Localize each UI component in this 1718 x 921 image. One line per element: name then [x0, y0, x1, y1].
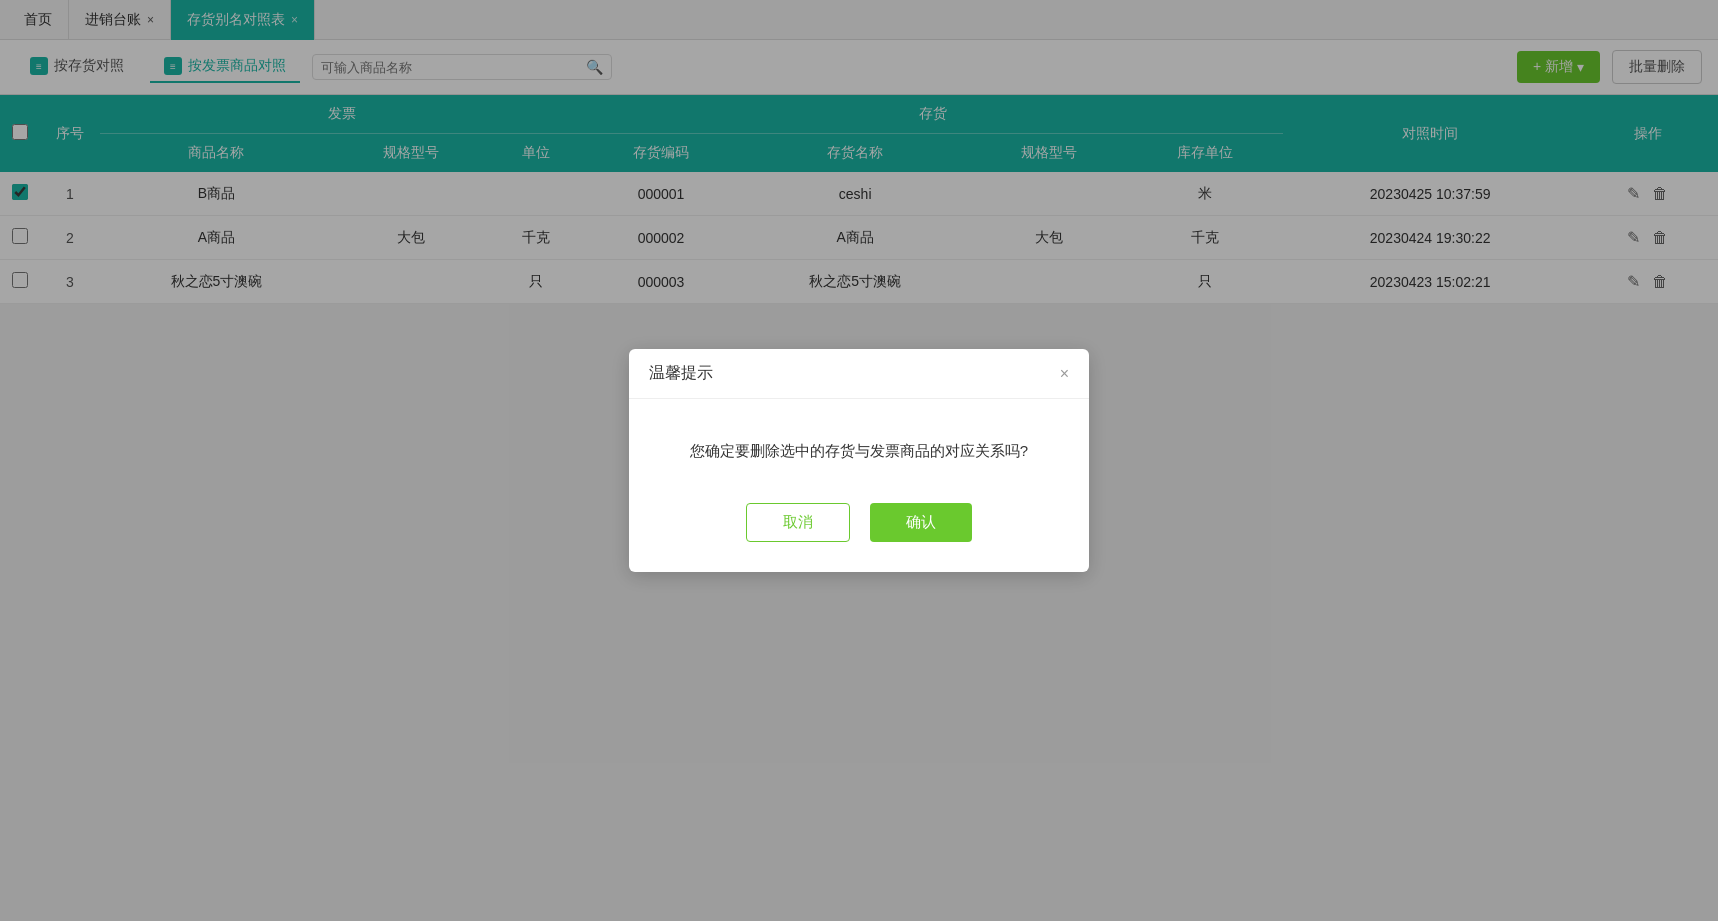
modal-overlay: 温馨提示 × 您确定要删除选中的存货与发票商品的对应关系吗? 取消 确认 [0, 0, 1718, 304]
